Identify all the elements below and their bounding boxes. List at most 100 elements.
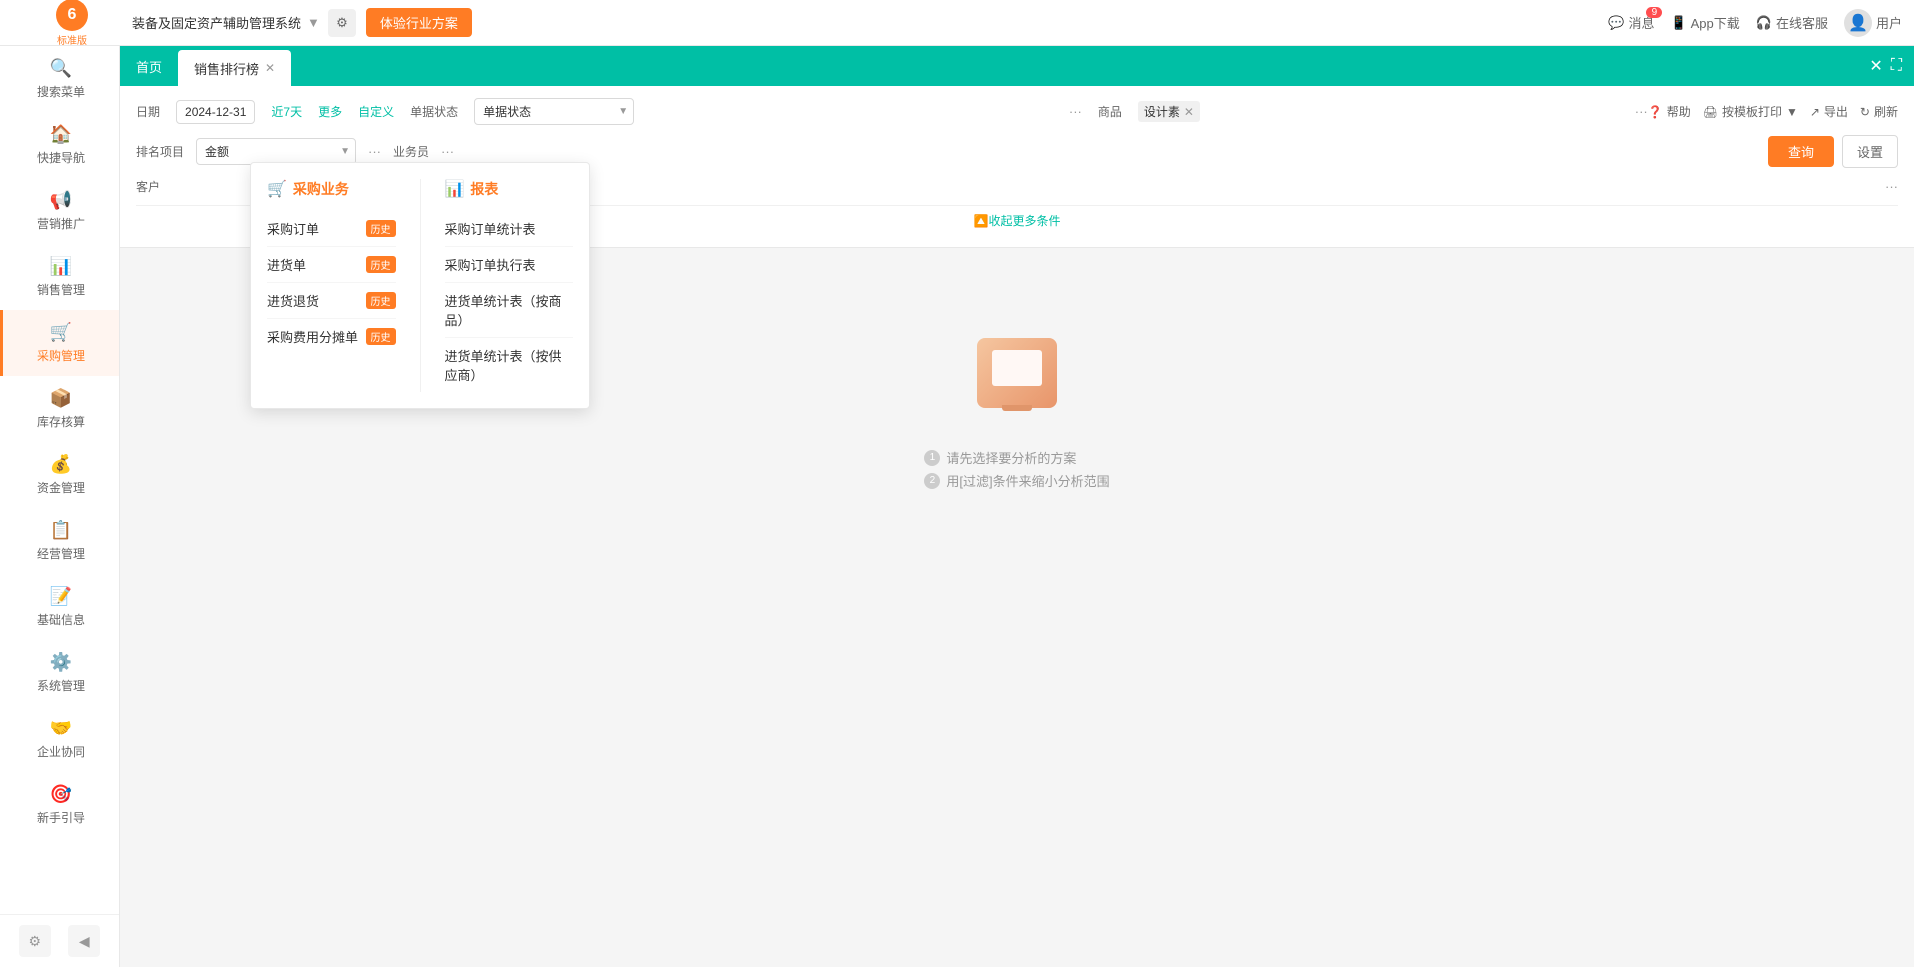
sidebar-item-guide[interactable]: 🎯 新手引导 [0, 772, 119, 838]
window-close-icon[interactable]: ✕ [1869, 56, 1882, 76]
tab-home[interactable]: 首页 [120, 46, 178, 86]
document-icon: 📝 [50, 586, 72, 607]
hint-num-1: 1 [924, 450, 940, 466]
sidebar-item-enterprise[interactable]: 🤝 企业协同 [0, 706, 119, 772]
rank-dots[interactable]: ··· [368, 144, 381, 159]
dropdown-item-report-stock-goods[interactable]: 进货单统计表（按商品） [445, 283, 574, 338]
toolbar-right: ❓ 帮助 🖨 按模板打印 ▼ ↗ 导出 ↻ [1648, 103, 1898, 120]
settings-button[interactable]: 设置 [1842, 135, 1898, 168]
sidebar-item-operations[interactable]: 📋 经营管理 [0, 508, 119, 574]
online-service-label: 在线客服 [1776, 13, 1828, 32]
sidebar-item-system[interactable]: ⚙️ 系统管理 [0, 640, 119, 706]
purchase-title-text: 采购业务 [293, 179, 349, 199]
sidebar-item-label: 采购管理 [37, 347, 85, 364]
sidebar-item-quick-nav[interactable]: 🏠 快捷导航 [0, 112, 119, 178]
rank-select[interactable]: 金额 [196, 138, 356, 165]
print-label: 按模板打印 [1722, 103, 1782, 120]
empty-icon-screen [992, 350, 1042, 386]
sidebar-item-marketing[interactable]: 📢 营销推广 [0, 178, 119, 244]
dropdown-item-purchase-return[interactable]: 进货退货 历史 [267, 283, 396, 319]
chart-icon: 📊 [50, 256, 72, 277]
purchase-stock-label: 进货单 [267, 255, 306, 274]
dropdown-item-purchase-order[interactable]: 采购订单 历史 [267, 211, 396, 247]
goods-tag-text: 设计素 [1144, 103, 1180, 120]
sidebar-item-capital[interactable]: 💰 资金管理 [0, 442, 119, 508]
sidebar-item-label: 系统管理 [37, 677, 85, 694]
dropdown-item-purchase-stock[interactable]: 进货单 历史 [267, 247, 396, 283]
sidebar-item-purchase[interactable]: 🛒 采购管理 [0, 310, 119, 376]
goods-tag-remove[interactable]: ✕ [1184, 105, 1194, 119]
goods-dots[interactable]: ··· [1635, 104, 1648, 119]
money-icon: 💰 [50, 454, 72, 475]
sidebar-item-label: 搜索菜单 [37, 83, 85, 100]
report-stock-supplier-label: 进货单统计表（按供应商） [445, 346, 574, 384]
empty-icon [967, 328, 1067, 428]
logo-subtitle: 标准版 [57, 32, 87, 47]
main-content: 首页 销售排行榜 ✕ ✕ ⛶ 日期 2024-1 [120, 46, 1914, 967]
sidebar-item-label: 基础信息 [37, 611, 85, 628]
date-7days-btn[interactable]: 近7天 [271, 103, 302, 120]
history-badge-2: 历史 [366, 292, 396, 309]
app-download-label: App下载 [1691, 13, 1740, 32]
clipboard-icon: 📋 [50, 520, 72, 541]
status-select[interactable]: 单据状态 [474, 98, 634, 125]
user-avatar: 👤 [1844, 9, 1872, 37]
date-filter-label: 日期 [136, 103, 160, 120]
print-icon: 🖨 [1703, 105, 1718, 119]
sidebar-settings-button[interactable]: ⚙ [19, 925, 51, 957]
sidebar-item-label: 营销推广 [37, 215, 85, 232]
sidebar-item-inventory[interactable]: 📦 库存核算 [0, 376, 119, 442]
window-maximize-icon[interactable]: ⛶ [1891, 57, 1902, 75]
logo-icon: 6 [56, 0, 88, 31]
customer-dots[interactable]: ··· [1885, 179, 1898, 194]
dropdown-item-report-order-exec[interactable]: 采购订单执行表 [445, 247, 574, 283]
sidebar-bottom: ⚙ ◀ [0, 914, 119, 967]
sidebar-item-basic-info[interactable]: 📝 基础信息 [0, 574, 119, 640]
status-dots[interactable]: ··· [1069, 104, 1082, 119]
rank-select-wrapper: 金额 ▼ [196, 138, 356, 165]
date-more-btn[interactable]: 更多 [318, 103, 342, 120]
sidebar-collapse-button[interactable]: ◀ [68, 925, 100, 957]
app-download-action[interactable]: 📱 App下载 [1670, 13, 1739, 32]
header-actions: 💬 消息 9 📱 App下载 🎧 在线客服 👤 用户 [1608, 9, 1902, 37]
system-title-chevron[interactable]: ▼ [307, 15, 320, 30]
dropdown-item-purchase-expense[interactable]: 采购费用分摊单 历史 [267, 319, 396, 354]
export-button[interactable]: ↗ 导出 [1810, 103, 1848, 120]
tab-sales-rank[interactable]: 销售排行榜 ✕ [178, 50, 291, 86]
collapse-label: 收起更多条件 [988, 212, 1060, 229]
sidebar-item-search[interactable]: 🔍 搜索菜单 [0, 46, 119, 112]
query-button[interactable]: 查询 [1768, 136, 1834, 167]
report-column-title: 📊 报表 [445, 179, 574, 199]
date-start: 2024-12-31 [185, 105, 246, 119]
refresh-button[interactable]: ↻ 刷新 [1860, 103, 1898, 120]
tab-close-icon[interactable]: ✕ [265, 61, 275, 75]
sidebar-item-label: 经营管理 [37, 545, 85, 562]
help-button[interactable]: ❓ 帮助 [1648, 103, 1691, 120]
refresh-label: 刷新 [1874, 103, 1898, 120]
sidebar-item-label: 新手引导 [37, 809, 85, 826]
industry-solution-button[interactable]: 体验行业方案 [366, 8, 472, 37]
dropdown-item-report-stock-supplier[interactable]: 进货单统计表（按供应商） [445, 338, 574, 392]
report-stock-goods-label: 进货单统计表（按商品） [445, 291, 574, 329]
box-icon: 📦 [50, 388, 72, 409]
sidebar-item-sales[interactable]: 📊 销售管理 [0, 244, 119, 310]
header-settings-button[interactable]: ⚙ [328, 9, 356, 37]
tab-sales-rank-label: 销售排行榜 [194, 59, 259, 78]
report-menu-icon: 📊 [445, 179, 465, 199]
sidebar-item-label: 库存核算 [37, 413, 85, 430]
goods-filter-label: 商品 [1098, 103, 1122, 120]
gear-icon: ⚙️ [50, 652, 72, 673]
date-custom-btn[interactable]: 自定义 [358, 103, 394, 120]
online-service-action[interactable]: 🎧 在线客服 [1756, 13, 1828, 32]
header-system-title: 装备及固定资产辅助管理系统 ▼ [132, 13, 320, 32]
salesman-dots[interactable]: ··· [441, 144, 454, 159]
message-action[interactable]: 💬 消息 9 [1608, 13, 1654, 32]
content-area: 日期 2024-12-31 近7天 更多 自定义 单据状态 单据状态 [120, 86, 1914, 967]
date-range-selector[interactable]: 2024-12-31 [176, 100, 255, 124]
history-badge-0: 历史 [366, 220, 396, 237]
print-button[interactable]: 🖨 按模板打印 ▼ [1703, 103, 1798, 120]
dropdown-item-report-order-stats[interactable]: 采购订单统计表 [445, 211, 574, 247]
help-label: 帮助 [1667, 103, 1691, 120]
tab-window-buttons: ✕ ⛶ [1869, 56, 1914, 76]
user-action[interactable]: 👤 用户 [1844, 9, 1902, 37]
